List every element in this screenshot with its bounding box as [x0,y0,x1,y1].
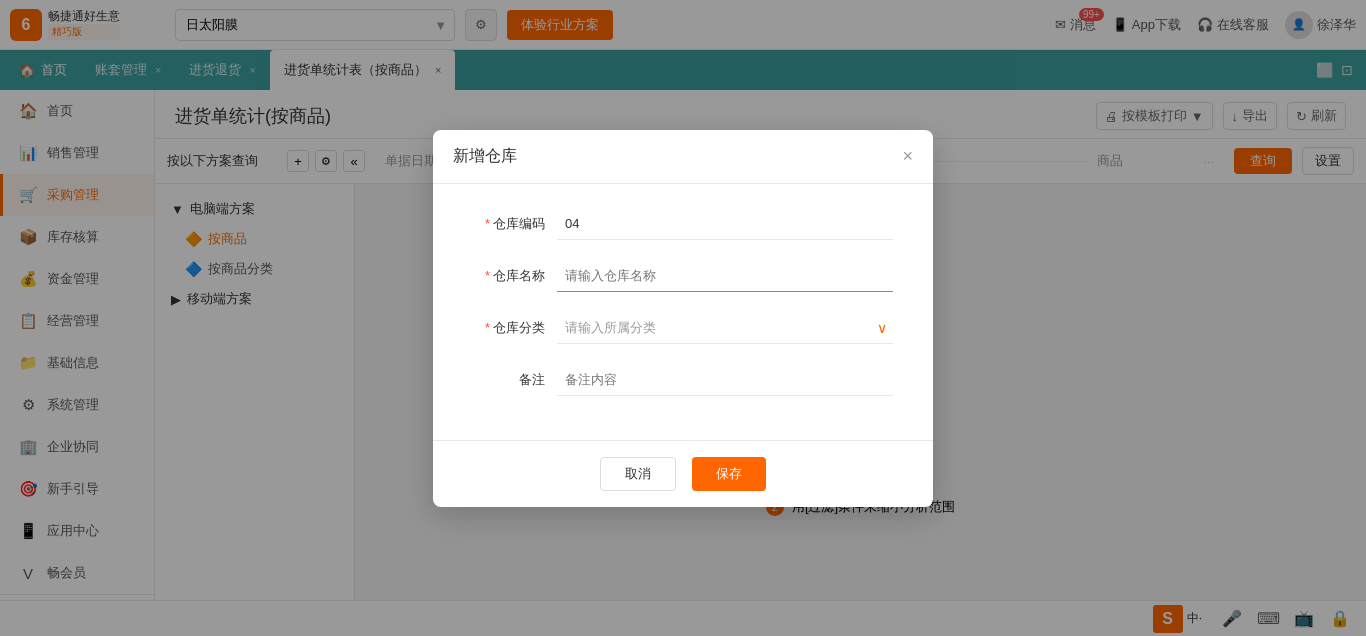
cancel-button[interactable]: 取消 [600,457,676,491]
modal-header: 新增仓库 × [433,130,933,184]
modal-body: 仓库编码 仓库名称 仓库分类 请输入所属分类 ∨ 备注 [433,184,933,440]
name-label: 仓库名称 [473,267,545,285]
category-select-wrapper: 请输入所属分类 ∨ [557,312,893,344]
new-warehouse-modal: 新增仓库 × 仓库编码 仓库名称 仓库分类 请输入所属分类 ∨ [433,130,933,507]
modal-title: 新增仓库 [453,146,517,167]
code-label: 仓库编码 [473,215,545,233]
remark-input[interactable] [557,364,893,396]
modal-close-button[interactable]: × [902,147,913,165]
save-button[interactable]: 保存 [692,457,766,491]
form-row-remark: 备注 [473,364,893,396]
form-row-name: 仓库名称 [473,260,893,292]
warehouse-code-input[interactable] [557,208,893,240]
warehouse-category-select[interactable]: 请输入所属分类 [557,312,893,344]
form-row-category: 仓库分类 请输入所属分类 ∨ [473,312,893,344]
remark-label: 备注 [473,371,545,389]
modal-overlay: 新增仓库 × 仓库编码 仓库名称 仓库分类 请输入所属分类 ∨ [0,0,1366,636]
modal-footer: 取消 保存 [433,440,933,507]
warehouse-name-input[interactable] [557,260,893,292]
category-label: 仓库分类 [473,319,545,337]
form-row-code: 仓库编码 [473,208,893,240]
